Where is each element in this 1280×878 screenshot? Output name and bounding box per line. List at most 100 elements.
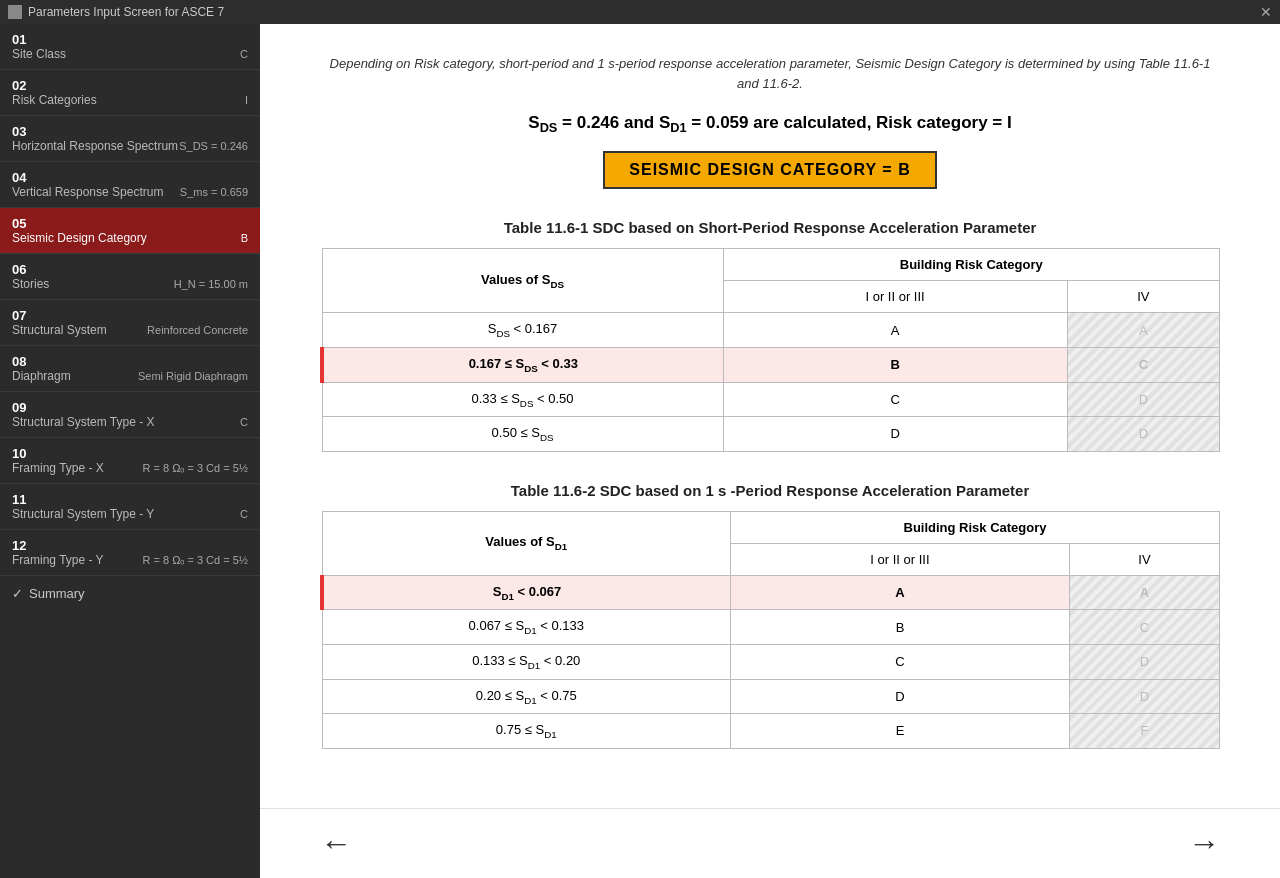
- intro-text: Depending on Risk category, short-period…: [320, 54, 1220, 93]
- sidebar-item-02[interactable]: 02Risk CategoriesI: [0, 70, 260, 116]
- table2-cell-range: 0.75 ≤ SD1: [322, 714, 731, 749]
- sidebar-item-number-07: 07: [12, 308, 248, 323]
- sidebar-item-number-09: 09: [12, 400, 248, 415]
- sidebar-item-label-01: Site Class: [12, 47, 66, 61]
- table1-cell-col1: C: [723, 382, 1067, 417]
- checkmark-icon: ✓: [12, 586, 23, 601]
- sidebar-item-09[interactable]: 09Structural System Type - X C: [0, 392, 260, 438]
- sidebar-item-label-09: Structural System Type - X: [12, 415, 155, 429]
- table1: Values of SDS Building Risk Category I o…: [320, 248, 1220, 451]
- table2-cell-col1: E: [731, 714, 1070, 749]
- table1-cell-range: SDS < 0.167: [322, 313, 723, 348]
- sidebar-item-05[interactable]: 05Seismic Design CategoryB: [0, 208, 260, 254]
- title-bar: Parameters Input Screen for ASCE 7 ✕: [0, 0, 1280, 24]
- sidebar-item-01[interactable]: 01Site Class C: [0, 24, 260, 70]
- sidebar-item-value-06: H_N = 15.00 m: [174, 278, 248, 290]
- table2-row: 0.20 ≤ SD1 < 0.75DD: [322, 679, 1220, 714]
- table1-cell-col1: B: [723, 347, 1067, 382]
- table1-subcol2: IV: [1067, 281, 1219, 313]
- sidebar-item-number-12: 12: [12, 538, 248, 553]
- sidebar-item-label-05: Seismic Design Category: [12, 231, 147, 245]
- table2-cell-col2: C: [1069, 610, 1219, 645]
- table1-cell-col1: D: [723, 417, 1067, 452]
- table1-cell-col2: A: [1067, 313, 1219, 348]
- sidebar-item-label-07: Structural System: [12, 323, 107, 337]
- title-bar-text: Parameters Input Screen for ASCE 7: [28, 5, 224, 19]
- sidebar-item-label-02: Risk Categories: [12, 93, 97, 107]
- sidebar-item-number-08: 08: [12, 354, 248, 369]
- table1-cell-range: 0.33 ≤ SDS < 0.50: [322, 382, 723, 417]
- table1-cell-range: 0.50 ≤ SDS: [322, 417, 723, 452]
- sidebar-item-value-11: C: [240, 508, 248, 520]
- sidebar-summary-item[interactable]: ✓ Summary: [0, 576, 260, 611]
- table2-row: 0.75 ≤ SD1EF: [322, 714, 1220, 749]
- app-icon: [8, 5, 22, 19]
- table1-row: 0.33 ≤ SDS < 0.50CD: [322, 382, 1220, 417]
- sidebar-item-07[interactable]: 07Structural System Reinforced Concrete: [0, 300, 260, 346]
- sidebar-item-label-06: Stories: [12, 277, 49, 291]
- content-area: Depending on Risk category, short-period…: [260, 24, 1280, 808]
- table2-row: 0.133 ≤ SD1 < 0.20CD: [322, 644, 1220, 679]
- table2-cell-col2: A: [1069, 575, 1219, 610]
- sidebar-item-value-12: R = 8 Ω₀ = 3 Cd = 5½: [143, 554, 248, 567]
- sidebar-item-number-11: 11: [12, 492, 248, 507]
- table1-cell-col2: C: [1067, 347, 1219, 382]
- sidebar-item-number-04: 04: [12, 170, 248, 185]
- bottom-nav: ← →: [260, 808, 1280, 878]
- table2-row: SD1 < 0.067AA: [322, 575, 1220, 610]
- sdc-badge: SEISMIC DESIGN CATEGORY = B: [603, 151, 936, 189]
- table2-cell-col2: D: [1069, 644, 1219, 679]
- table1-row: 0.167 ≤ SDS < 0.33BC: [322, 347, 1220, 382]
- sidebar-item-10[interactable]: 10Framing Type - XR = 8 Ω₀ = 3 Cd = 5½: [0, 438, 260, 484]
- sidebar-item-label-08: Diaphragm: [12, 369, 71, 383]
- sidebar-item-value-05: B: [241, 232, 248, 244]
- table1-row: SDS < 0.167AA: [322, 313, 1220, 348]
- sidebar-item-number-02: 02: [12, 78, 248, 93]
- table1-cell-col1: A: [723, 313, 1067, 348]
- table2: Values of SD1 Building Risk Category I o…: [320, 511, 1220, 749]
- table2-cell-col1: D: [731, 679, 1070, 714]
- sidebar-item-value-03: S_DS = 0.246: [179, 140, 248, 152]
- table2-cell-col2: D: [1069, 679, 1219, 714]
- sidebar-item-label-03: Horizontal Response Spectrum: [12, 139, 178, 153]
- table1-col2-header: Building Risk Category: [723, 249, 1219, 281]
- sidebar-item-04[interactable]: 04Vertical Response Spectrum S_ms = 0.659: [0, 162, 260, 208]
- sidebar-item-label-10: Framing Type - X: [12, 461, 104, 475]
- sidebar-item-03[interactable]: 03Horizontal Response SpectrumS_DS = 0.2…: [0, 116, 260, 162]
- sidebar-item-label-11: Structural System Type - Y: [12, 507, 154, 521]
- sidebar-item-label-04: Vertical Response Spectrum: [12, 185, 163, 199]
- sidebar-item-06[interactable]: 06StoriesH_N = 15.00 m: [0, 254, 260, 300]
- table1-title: Table 11.6-1 SDC based on Short-Period R…: [320, 219, 1220, 236]
- sidebar-item-value-09: C: [240, 416, 248, 428]
- table1-cell-col2: D: [1067, 382, 1219, 417]
- table2-subcol2: IV: [1069, 543, 1219, 575]
- table2-cell-col2: F: [1069, 714, 1219, 749]
- sidebar-item-12[interactable]: 12Framing Type - Y R = 8 Ω₀ = 3 Cd = 5½: [0, 530, 260, 576]
- table1-cell-col2: D: [1067, 417, 1219, 452]
- app-body: 01Site ClassC02Risk CategoriesI03Horizon…: [0, 24, 1280, 878]
- forward-button[interactable]: →: [1188, 825, 1220, 862]
- sidebar-item-number-01: 01: [12, 32, 248, 47]
- sidebar-item-value-04: S_ms = 0.659: [180, 186, 248, 198]
- sidebar-item-11[interactable]: 11Structural System Type - Y C: [0, 484, 260, 530]
- table2-cell-range: 0.20 ≤ SD1 < 0.75: [322, 679, 731, 714]
- sidebar-item-08[interactable]: 08Diaphragm Semi Rigid Diaphragm: [0, 346, 260, 392]
- table2-cell-col1: C: [731, 644, 1070, 679]
- sidebar-item-value-07: Reinforced Concrete: [147, 324, 248, 336]
- sidebar-item-number-03: 03: [12, 124, 248, 139]
- table1-col1-header: Values of SDS: [322, 249, 723, 313]
- table2-cell-range: SD1 < 0.067: [322, 575, 731, 610]
- sidebar-item-value-01: C: [240, 48, 248, 60]
- table2-col1-header: Values of SD1: [322, 511, 731, 575]
- table1-cell-range: 0.167 ≤ SDS < 0.33: [322, 347, 723, 382]
- close-button[interactable]: ✕: [1260, 4, 1272, 20]
- table1-subcol1: I or II or III: [723, 281, 1067, 313]
- sidebar-item-value-08: Semi Rigid Diaphragm: [138, 370, 248, 382]
- sidebar: 01Site ClassC02Risk CategoriesI03Horizon…: [0, 24, 260, 878]
- back-button[interactable]: ←: [320, 825, 352, 862]
- table2-cell-col1: A: [731, 575, 1070, 610]
- summary-label: Summary: [29, 586, 85, 601]
- formula-line: SDS = 0.246 and SD1 = 0.059 are calculat…: [320, 113, 1220, 135]
- table2-subcol1: I or II or III: [731, 543, 1070, 575]
- sidebar-item-label-12: Framing Type - Y: [12, 553, 104, 567]
